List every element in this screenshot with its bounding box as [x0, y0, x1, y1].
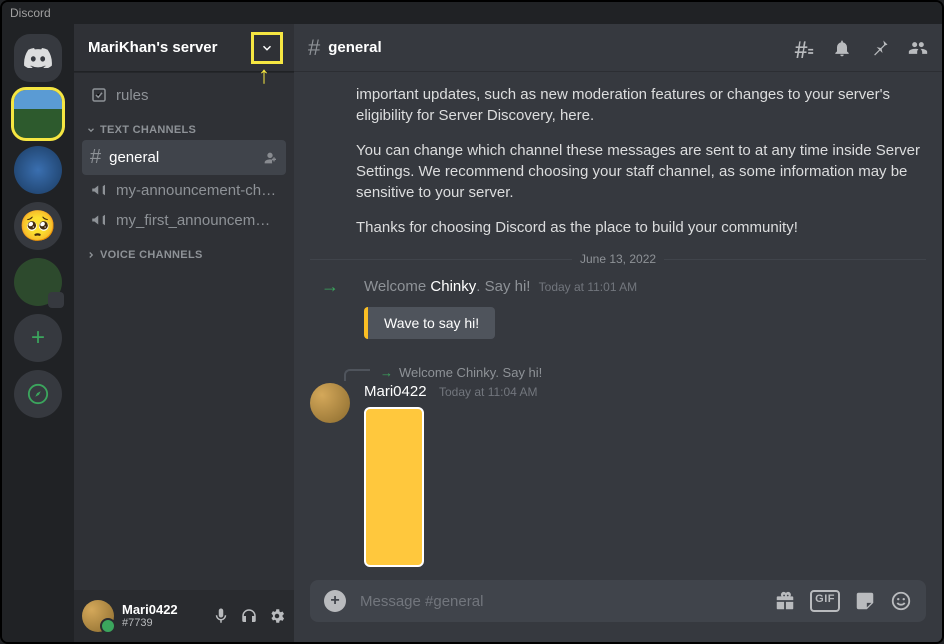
channel-list: rules TEXT CHANNELS # general my-announc…	[74, 72, 294, 590]
server-rail: 🥺 +	[2, 24, 74, 642]
channel-announce-1[interactable]: my-announcement-cha...	[82, 175, 286, 205]
join-arrow-icon: →	[310, 276, 350, 297]
channel-label: rules	[116, 87, 278, 104]
reply-reference[interactable]: → Welcome Chinky. Say hi!	[344, 363, 926, 381]
sticker-image[interactable]	[364, 407, 424, 567]
compass-icon	[27, 383, 49, 405]
message-item: Mari0422 Today at 11:04 AM	[310, 383, 926, 567]
hash-icon: #	[308, 35, 320, 61]
user-info[interactable]: Mari0422 #7739	[122, 603, 204, 629]
create-invite-icon[interactable]	[262, 150, 278, 166]
server-badge-icon	[48, 292, 64, 308]
sticker-button[interactable]	[854, 590, 876, 612]
chat-area: # general important updates, such as new…	[294, 24, 942, 642]
channel-announce-2[interactable]: my_first_announcemen...	[82, 205, 286, 235]
channel-sidebar: MariKhan's server rules TEXT CHANNELS # …	[74, 24, 294, 642]
date-text: June 13, 2022	[580, 252, 656, 266]
megaphone-icon	[90, 181, 108, 199]
message-list[interactable]: important updates, such as new moderatio…	[294, 72, 942, 580]
message-time: Today at 11:04 AM	[439, 385, 538, 399]
category-text-channels[interactable]: TEXT CHANNELS	[86, 124, 282, 136]
message-input[interactable]	[360, 593, 760, 610]
channel-label: my_first_announcemen...	[116, 212, 278, 229]
emoji-icon	[890, 590, 912, 612]
channel-rules[interactable]: rules	[82, 80, 286, 110]
wave-button[interactable]: Wave to say hi!	[364, 307, 495, 339]
hash-icon: #	[90, 146, 101, 169]
sticker-icon	[854, 590, 876, 612]
pinned-button[interactable]	[870, 38, 890, 58]
members-icon	[908, 38, 928, 58]
welcome-username[interactable]: Chinky	[430, 278, 476, 295]
welcome-time: Today at 11:01 AM	[539, 280, 638, 294]
server-name: MariKhan's server	[88, 39, 217, 56]
channel-label: my-announcement-cha...	[116, 182, 278, 199]
gift-button[interactable]	[774, 590, 796, 612]
intro-p3: Thanks for choosing Discord as the place…	[356, 217, 926, 238]
user-avatar[interactable]	[82, 600, 114, 632]
emoji-button[interactable]	[890, 590, 912, 612]
reply-text: Welcome Chinky. Say hi!	[399, 365, 542, 380]
notifications-button[interactable]	[832, 38, 852, 58]
gear-icon	[268, 607, 286, 625]
deafen-button[interactable]	[240, 607, 258, 625]
titlebar: Discord	[2, 2, 942, 24]
category-voice-channels[interactable]: VOICE CHANNELS	[86, 249, 282, 261]
chevron-down-icon	[260, 41, 274, 55]
wave-label: Wave to say hi!	[384, 315, 479, 331]
channel-general[interactable]: # general	[82, 140, 286, 175]
welcome-suffix: . Say hi!	[476, 278, 530, 295]
gif-button[interactable]: GIF	[810, 590, 840, 612]
date-divider: June 13, 2022	[310, 252, 926, 266]
annotation-arrow: ↑	[258, 62, 270, 90]
server-dropdown-button[interactable]	[254, 35, 280, 61]
server-item-selected[interactable]	[14, 90, 62, 138]
welcome-message: → Welcome Chinky. Say hi! Today at 11:01…	[310, 276, 926, 297]
message-composer: + GIF	[310, 580, 926, 622]
mute-button[interactable]	[212, 607, 230, 625]
rules-icon	[90, 86, 108, 104]
user-tag: #7739	[122, 617, 204, 629]
user-panel: Mari0422 #7739	[74, 590, 294, 642]
category-label: VOICE CHANNELS	[100, 249, 203, 261]
server-item-4[interactable]	[14, 258, 62, 306]
settings-button[interactable]	[268, 607, 286, 625]
channel-label: general	[109, 149, 254, 166]
channel-title: general	[328, 39, 786, 56]
add-server-button[interactable]: +	[14, 314, 62, 362]
discord-logo-icon	[24, 48, 52, 68]
attach-button[interactable]: +	[324, 590, 346, 612]
intro-p2: You can change which channel these messa…	[356, 140, 926, 203]
server-item-2[interactable]	[14, 146, 62, 194]
explore-button[interactable]	[14, 370, 62, 418]
server-item-3[interactable]: 🥺	[14, 202, 62, 250]
pin-icon	[870, 38, 890, 58]
mic-icon	[212, 607, 230, 625]
chevron-right-icon	[86, 250, 96, 260]
gift-icon	[774, 590, 796, 612]
headphones-icon	[240, 607, 258, 625]
members-button[interactable]	[908, 38, 928, 58]
chat-header: # general	[294, 24, 942, 72]
reply-arrow-icon: →	[380, 365, 393, 380]
threads-button[interactable]	[794, 38, 814, 58]
chevron-down-icon	[86, 125, 96, 135]
welcome-prefix: Welcome	[364, 278, 430, 295]
category-label: TEXT CHANNELS	[100, 124, 196, 136]
message-author[interactable]: Mari0422	[364, 383, 427, 400]
bell-icon	[832, 38, 852, 58]
user-name: Mari0422	[122, 603, 204, 617]
app-title: Discord	[10, 6, 51, 20]
intro-p1: important updates, such as new moderatio…	[356, 84, 926, 126]
threads-icon	[794, 38, 814, 58]
home-button[interactable]	[14, 34, 62, 82]
message-avatar[interactable]	[310, 383, 350, 423]
megaphone-icon	[90, 211, 108, 229]
